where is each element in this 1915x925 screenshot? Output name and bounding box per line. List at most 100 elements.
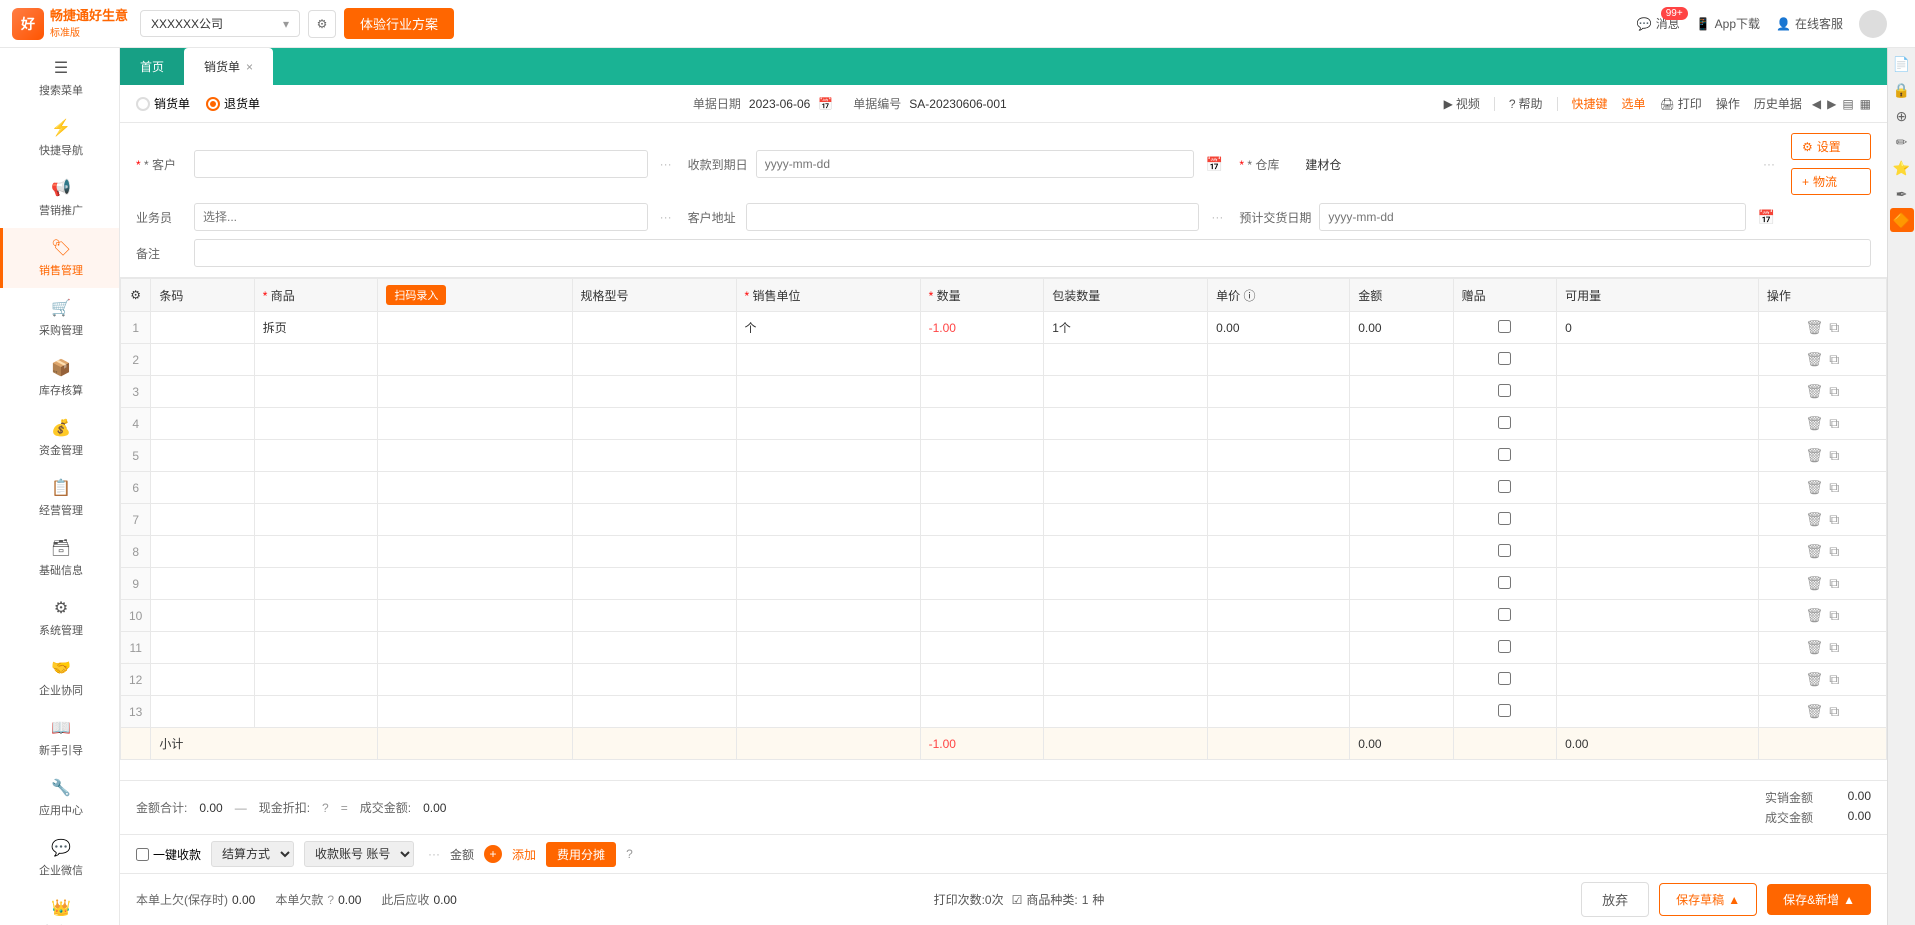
gift-checkbox[interactable] bbox=[1498, 544, 1511, 557]
online-service-button[interactable]: 👤 在线客服 bbox=[1776, 15, 1843, 32]
abandon-button[interactable]: 放弃 bbox=[1581, 882, 1649, 917]
cell-gift[interactable] bbox=[1453, 312, 1556, 344]
gift-checkbox[interactable] bbox=[1498, 384, 1511, 397]
avatar[interactable] bbox=[1859, 10, 1887, 38]
gift-checkbox[interactable] bbox=[1498, 352, 1511, 365]
list-view-icon[interactable]: ▤ bbox=[1842, 97, 1853, 111]
trial-button[interactable]: 体验行业方案 bbox=[344, 8, 454, 39]
gift-checkbox[interactable] bbox=[1498, 448, 1511, 461]
gift-checkbox[interactable] bbox=[1498, 512, 1511, 525]
sales-order-radio[interactable]: 销货单 bbox=[136, 95, 190, 112]
prev-icon[interactable]: ◀ bbox=[1812, 97, 1821, 111]
payment-dots[interactable]: ··· bbox=[428, 847, 440, 861]
right-panel-icon-3[interactable]: ⊕ bbox=[1890, 104, 1914, 128]
print-btn[interactable]: 🖨 打印 bbox=[1656, 93, 1706, 114]
copy-row-icon[interactable]: ⧉ bbox=[1829, 703, 1839, 720]
sidebar-item-quicknav[interactable]: ⚡ 快捷导航 bbox=[0, 108, 119, 168]
delete-row-icon[interactable]: 🗑 bbox=[1806, 479, 1824, 496]
help-btn[interactable]: ? 帮助 bbox=[1505, 93, 1547, 114]
salesperson-dots[interactable]: ··· bbox=[660, 210, 672, 224]
copy-row-icon[interactable]: ⧉ bbox=[1829, 575, 1839, 592]
sidebar-item-guide[interactable]: 📖 新手引导 bbox=[0, 708, 119, 768]
return-order-radio[interactable]: 退货单 bbox=[206, 95, 260, 112]
copy-row-icon[interactable]: ⧉ bbox=[1829, 351, 1839, 368]
sidebar-item-enterprise[interactable]: 🤝 企业协同 bbox=[0, 648, 119, 708]
next-icon[interactable]: ▶ bbox=[1827, 97, 1836, 111]
save-draft-button[interactable]: 保存草稿 ▲ bbox=[1659, 883, 1757, 916]
gift-checkbox[interactable] bbox=[1498, 320, 1511, 333]
delete-row-icon[interactable]: 🗑 bbox=[1806, 383, 1824, 400]
customer-input[interactable] bbox=[194, 150, 648, 178]
copy-row-icon[interactable]: ⧉ bbox=[1829, 543, 1839, 560]
add-payment-button[interactable]: + bbox=[484, 845, 502, 863]
video-btn[interactable]: ▶ 视频 bbox=[1440, 93, 1484, 114]
cell-product[interactable]: 拆页 bbox=[254, 312, 378, 344]
sidebar-item-inventory[interactable]: 📦 库存核算 bbox=[0, 348, 119, 408]
sidebar-item-finance[interactable]: 💰 资金管理 bbox=[0, 408, 119, 468]
copy-row-icon[interactable]: ⧉ bbox=[1829, 479, 1839, 496]
copy-row-icon[interactable]: ⧉ bbox=[1829, 607, 1839, 624]
expected-date-input[interactable] bbox=[1319, 203, 1745, 231]
history-btn[interactable]: 历史单据 bbox=[1750, 93, 1806, 114]
gift-checkbox[interactable] bbox=[1498, 416, 1511, 429]
shortcut-btn[interactable]: 快捷键 bbox=[1568, 93, 1612, 114]
settings-icon[interactable]: ⚙ bbox=[308, 10, 336, 38]
right-panel-icon-7[interactable]: 🔶 bbox=[1890, 208, 1914, 232]
logistics-button[interactable]: + 物流 bbox=[1791, 168, 1871, 195]
payment-method-select[interactable]: 结算方式 bbox=[211, 841, 294, 867]
sidebar-item-system[interactable]: ⚙ 系统管理 bbox=[0, 588, 119, 648]
right-panel-icon-1[interactable]: 📄 bbox=[1890, 52, 1914, 76]
setting-button[interactable]: ⚙ 设置 bbox=[1791, 133, 1871, 160]
copy-row-icon[interactable]: ⧉ bbox=[1829, 319, 1839, 336]
sidebar-item-purchase[interactable]: 🛒 采购管理 bbox=[0, 288, 119, 348]
payment-account-select[interactable]: 收款账号 账号 bbox=[304, 841, 414, 867]
copy-row-icon[interactable]: ⧉ bbox=[1829, 383, 1839, 400]
right-panel-icon-5[interactable]: ⭐ bbox=[1890, 156, 1914, 180]
debt-help-icon[interactable]: ? bbox=[327, 893, 334, 907]
gift-checkbox[interactable] bbox=[1498, 704, 1511, 717]
delete-row-icon[interactable]: 🗑 bbox=[1806, 703, 1824, 720]
copy-row-icon[interactable]: ⧉ bbox=[1829, 447, 1839, 464]
sidebar-item-basic[interactable]: 🗃 基础信息 bbox=[0, 528, 119, 588]
copy-row-icon[interactable]: ⧉ bbox=[1829, 511, 1839, 528]
gift-checkbox[interactable] bbox=[1498, 480, 1511, 493]
app-download-button[interactable]: 📱 App下载 bbox=[1696, 15, 1760, 32]
message-button[interactable]: 💬 消息 99+ bbox=[1637, 15, 1680, 32]
gift-checkbox[interactable] bbox=[1498, 608, 1511, 621]
scan-btn[interactable]: 扫码录入 bbox=[386, 285, 446, 305]
save-new-button[interactable]: 保存&新增 ▲ bbox=[1767, 884, 1871, 915]
tab-sales-order[interactable]: 销货单 × bbox=[184, 48, 273, 85]
gift-checkbox[interactable] bbox=[1498, 672, 1511, 685]
delete-row-icon[interactable]: 🗑 bbox=[1806, 671, 1824, 688]
sidebar-item-sales[interactable]: 🏷 销售管理 bbox=[0, 228, 119, 288]
delete-row-icon[interactable]: 🗑 bbox=[1806, 415, 1824, 432]
tab-home[interactable]: 首页 bbox=[120, 48, 184, 85]
delete-row-icon[interactable]: 🗑 bbox=[1806, 319, 1824, 336]
delete-row-icon[interactable]: 🗑 bbox=[1806, 447, 1824, 464]
customer-dots[interactable]: ··· bbox=[660, 157, 672, 171]
cell-qty[interactable]: -1.00 bbox=[920, 312, 1044, 344]
remark-input[interactable] bbox=[194, 239, 1871, 267]
sidebar-item-apps[interactable]: 🔧 应用中心 bbox=[0, 768, 119, 828]
operation-btn[interactable]: 操作 bbox=[1712, 93, 1744, 114]
company-selector[interactable]: XXXXXX公司 ▾ bbox=[140, 10, 300, 37]
addr-dots[interactable]: ··· bbox=[1211, 210, 1223, 224]
delete-row-icon[interactable]: 🗑 bbox=[1806, 639, 1824, 656]
delete-row-icon[interactable]: 🗑 bbox=[1806, 543, 1824, 560]
delete-row-icon[interactable]: 🗑 bbox=[1806, 575, 1824, 592]
calendar-icon-docdate[interactable]: 📅 bbox=[818, 97, 833, 111]
copy-row-icon[interactable]: ⧉ bbox=[1829, 639, 1839, 656]
delete-row-icon[interactable]: 🗑 bbox=[1806, 511, 1824, 528]
receive-date-input[interactable] bbox=[756, 150, 1194, 178]
expense-split-button[interactable]: 费用分摊 bbox=[546, 842, 616, 867]
expense-help-icon[interactable]: ? bbox=[626, 847, 633, 861]
sidebar-item-wechat[interactable]: 💬 企业微信 bbox=[0, 828, 119, 888]
warehouse-dots[interactable]: ··· bbox=[1763, 157, 1775, 171]
grid-view-icon[interactable]: ▦ bbox=[1860, 97, 1871, 111]
sidebar-item-marketing[interactable]: 📢 营销推广 bbox=[0, 168, 119, 228]
cash-discount-help-icon[interactable]: ? bbox=[322, 801, 329, 815]
select-btn[interactable]: 选单 bbox=[1618, 93, 1650, 114]
one-click-checkbox[interactable] bbox=[136, 848, 149, 861]
copy-row-icon[interactable]: ⧉ bbox=[1829, 415, 1839, 432]
expected-date-calendar-icon[interactable]: 📅 bbox=[1758, 209, 1775, 226]
